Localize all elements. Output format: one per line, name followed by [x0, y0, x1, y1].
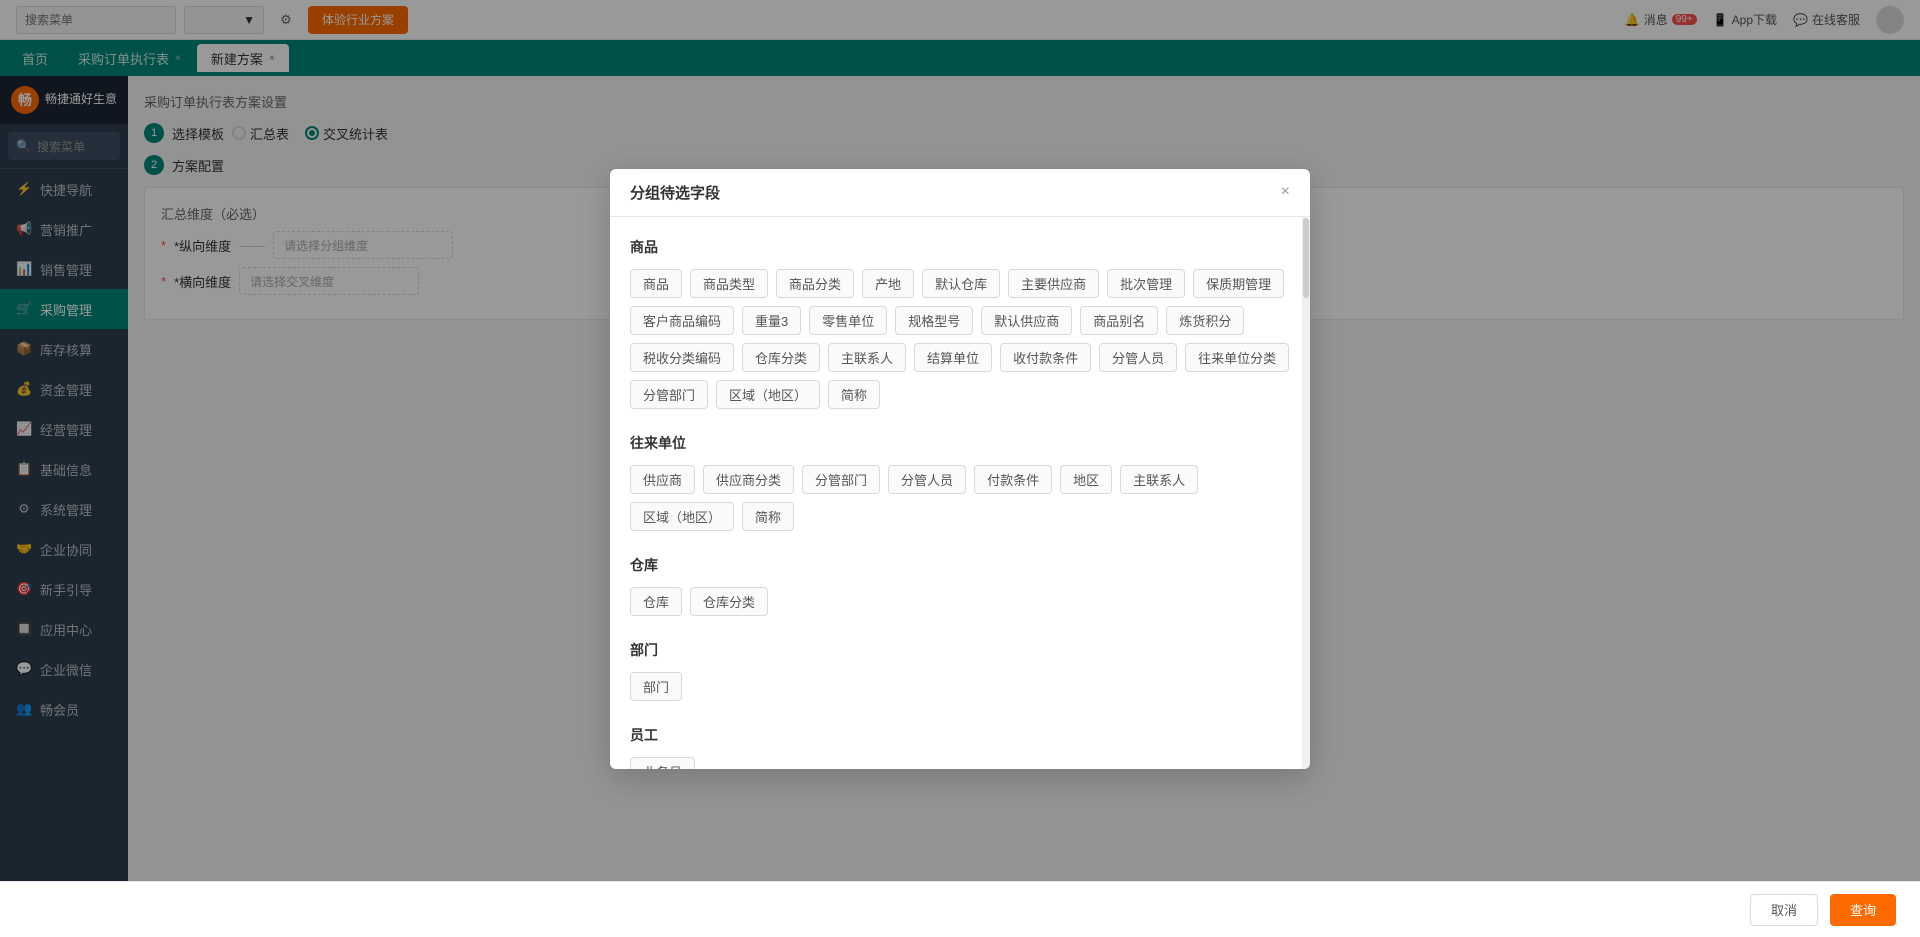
field-main-supplier[interactable]: 主要供应商	[1008, 269, 1099, 298]
field-origin[interactable]: 产地	[862, 269, 914, 298]
field-refine-points[interactable]: 炼货积分	[1166, 306, 1244, 335]
section-employee: 员工 业务员	[630, 725, 1290, 769]
field-product-alias[interactable]: 商品别名	[1080, 306, 1158, 335]
section-dept: 部门 部门	[630, 640, 1290, 701]
field-product-category[interactable]: 商品分类	[776, 269, 854, 298]
field-customer-code[interactable]: 客户商品编码	[630, 306, 734, 335]
field-warehouse-category[interactable]: 仓库分类	[742, 343, 820, 372]
field-default-supplier[interactable]: 默认供应商	[981, 306, 1072, 335]
field-salesperson[interactable]: 业务员	[630, 757, 695, 769]
warehouse-fields: 仓库 仓库分类	[630, 587, 1290, 616]
field-region-product[interactable]: 区域（地区）	[716, 380, 820, 409]
field-person-partner[interactable]: 分管人员	[888, 465, 966, 494]
section-employee-title: 员工	[630, 725, 1290, 745]
field-contact-partner[interactable]: 主联系人	[1120, 465, 1198, 494]
field-short-name-product[interactable]: 简称	[828, 380, 880, 409]
employee-fields: 业务员	[630, 757, 1290, 769]
field-supervisor-dept[interactable]: 分管部门	[630, 380, 708, 409]
field-shelf-life[interactable]: 保质期管理	[1193, 269, 1284, 298]
field-supplier-category[interactable]: 供应商分类	[703, 465, 794, 494]
field-supervisor[interactable]: 分管人员	[1099, 343, 1177, 372]
field-dept-partner[interactable]: 分管部门	[802, 465, 880, 494]
field-product[interactable]: 商品	[630, 269, 682, 298]
partner-fields: 供应商 供应商分类 分管部门 分管人员 付款条件 地区 主联系人 区域（地区） …	[630, 465, 1290, 531]
field-warehouse[interactable]: 仓库	[630, 587, 682, 616]
field-dept[interactable]: 部门	[630, 672, 682, 701]
section-partner: 往来单位 供应商 供应商分类 分管部门 分管人员 付款条件 地区 主联系人 区域…	[630, 433, 1290, 531]
modal-overlay[interactable]: 分组待选字段 × 商品 商品 商品类型 商品分类 产地 默认仓库 主要供应商 批…	[0, 0, 1920, 937]
section-dept-title: 部门	[630, 640, 1290, 660]
section-warehouse-title: 仓库	[630, 555, 1290, 575]
field-supplier[interactable]: 供应商	[630, 465, 695, 494]
section-warehouse: 仓库 仓库 仓库分类	[630, 555, 1290, 616]
confirm-button[interactable]: 查询	[1830, 894, 1896, 926]
field-main-contact[interactable]: 主联系人	[828, 343, 906, 372]
field-settlement-unit[interactable]: 结算单位	[914, 343, 992, 372]
field-region-partner[interactable]: 地区	[1060, 465, 1112, 494]
section-partner-title: 往来单位	[630, 433, 1290, 453]
dept-fields: 部门	[630, 672, 1290, 701]
modal-scroll-thumb	[1303, 218, 1309, 298]
modal-scroll-track	[1302, 217, 1310, 769]
cancel-button[interactable]: 取消	[1750, 894, 1818, 926]
field-payment-cond[interactable]: 付款条件	[974, 465, 1052, 494]
field-partner-category[interactable]: 往来单位分类	[1185, 343, 1289, 372]
modal-body: 商品 商品 商品类型 商品分类 产地 默认仓库 主要供应商 批次管理 保质期管理…	[610, 217, 1310, 769]
modal-close-btn[interactable]: ×	[1281, 183, 1290, 201]
product-fields: 商品 商品类型 商品分类 产地 默认仓库 主要供应商 批次管理 保质期管理 客户…	[630, 269, 1290, 409]
field-product-type[interactable]: 商品类型	[690, 269, 768, 298]
field-payment-terms[interactable]: 收付款条件	[1000, 343, 1091, 372]
field-default-warehouse[interactable]: 默认仓库	[922, 269, 1000, 298]
modal-title: 分组待选字段	[630, 182, 720, 203]
field-spec-model[interactable]: 规格型号	[895, 306, 973, 335]
modal-header: 分组待选字段 ×	[610, 169, 1310, 217]
field-tax-code[interactable]: 税收分类编码	[630, 343, 734, 372]
modal: 分组待选字段 × 商品 商品 商品类型 商品分类 产地 默认仓库 主要供应商 批…	[610, 169, 1310, 769]
field-warehouse-cat[interactable]: 仓库分类	[690, 587, 768, 616]
modal-footer: 取消 查询	[0, 881, 1920, 937]
field-retail-unit[interactable]: 零售单位	[809, 306, 887, 335]
field-short-name-partner[interactable]: 简称	[742, 502, 794, 531]
field-weight3[interactable]: 重量3	[742, 306, 801, 335]
field-area-partner[interactable]: 区域（地区）	[630, 502, 734, 531]
section-product-title: 商品	[630, 237, 1290, 257]
field-batch-mgmt[interactable]: 批次管理	[1107, 269, 1185, 298]
section-product: 商品 商品 商品类型 商品分类 产地 默认仓库 主要供应商 批次管理 保质期管理…	[630, 237, 1290, 409]
